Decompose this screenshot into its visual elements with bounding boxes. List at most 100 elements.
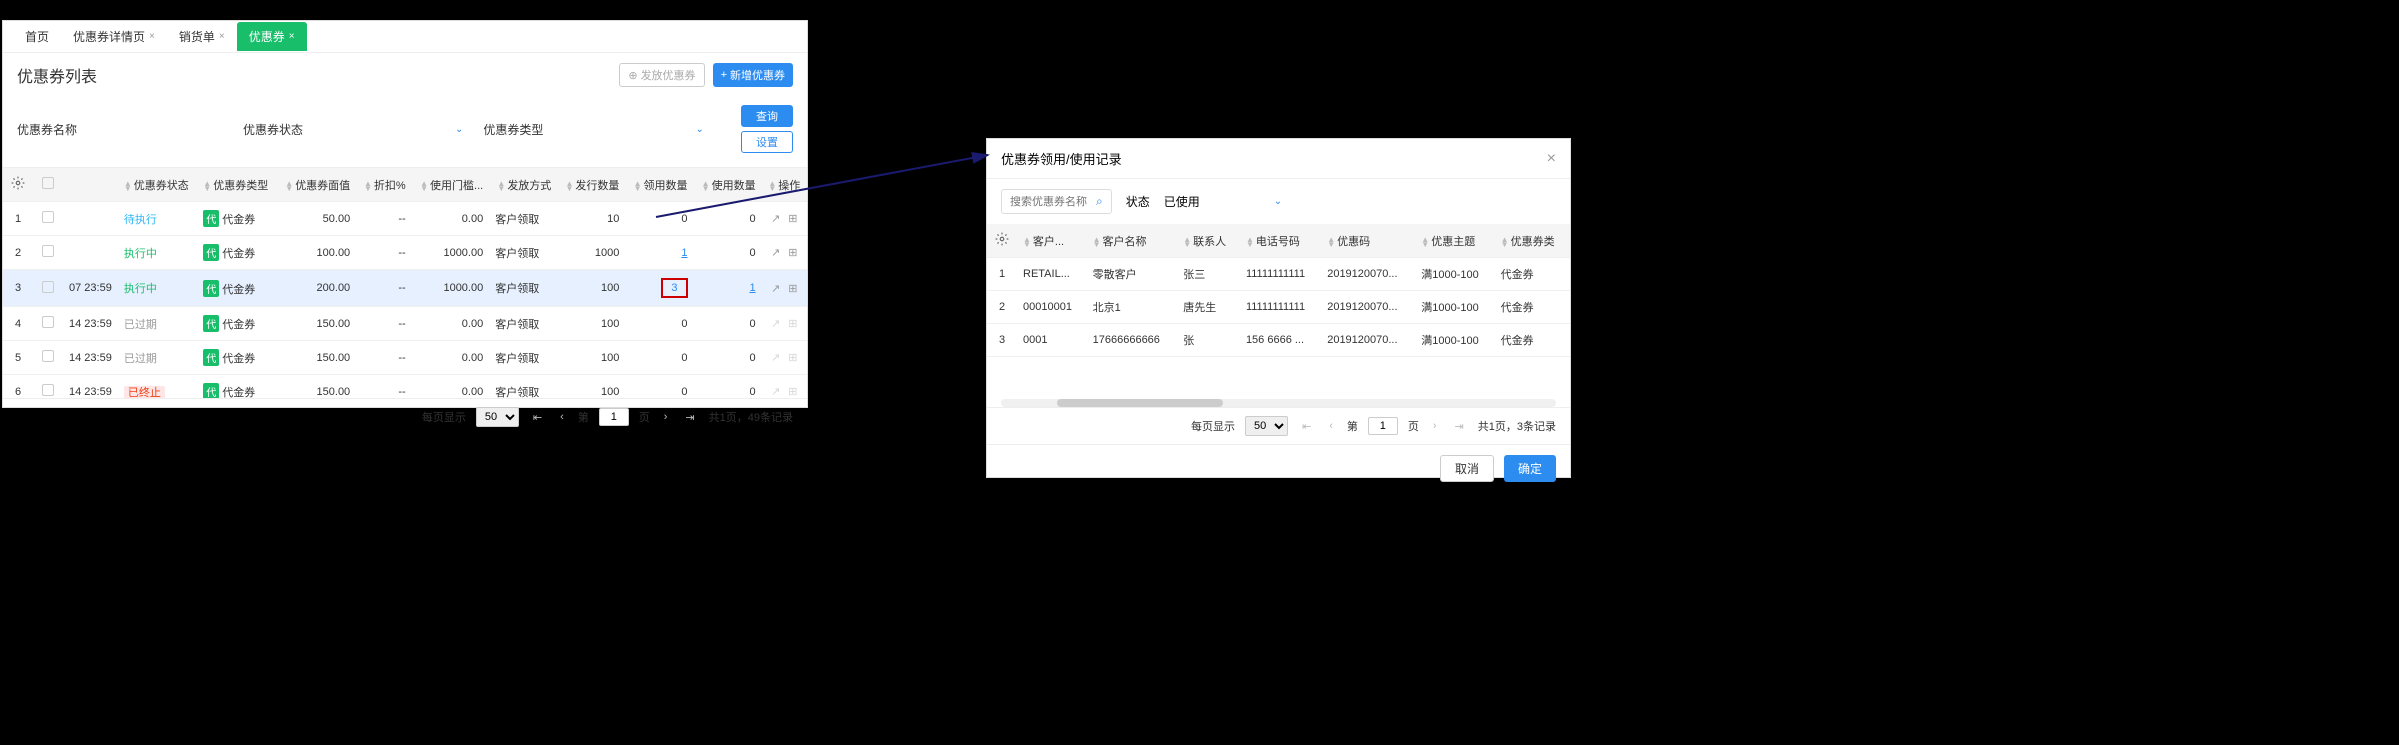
first-page-icon[interactable]: ⇤ [529,411,546,424]
settings-button[interactable]: 设置 [741,131,793,153]
prev-page-icon[interactable]: ‹ [556,411,568,423]
export-icon[interactable]: ↗ [771,246,780,259]
chevron-down-icon: ⌄ [455,124,463,135]
search-box[interactable]: ⌕ [1001,189,1112,214]
type-badge: 代 [203,244,219,261]
close-icon[interactable]: × [149,31,155,42]
col-header[interactable]: ▲▼优惠券状态 [118,168,197,202]
row-checkbox[interactable] [42,211,54,223]
tab-优惠券详情页[interactable]: 优惠券详情页× [61,22,167,51]
tabs-bar: 首页优惠券详情页×销货单×优惠券× [3,21,807,53]
table-row[interactable]: 1待执行代代金券50.00--0.00客户领取1000↗⊞ [3,202,807,236]
next-page-icon[interactable]: › [1429,420,1441,432]
query-button[interactable]: 查询 [741,105,793,127]
status-badge: 已过期 [124,353,157,365]
filter-name-input[interactable] [83,120,223,139]
col-header[interactable]: ▲▼使用数量 [694,168,762,202]
col-header[interactable]: ▲▼客户... [1017,224,1087,258]
filter-status-label: 优惠券状态 [243,121,303,138]
col-header[interactable]: ▲▼优惠券面值 [277,168,356,202]
issue-coupon-button[interactable]: ⊕ 发放优惠券 [619,63,704,87]
modal-page-input[interactable] [1368,417,1398,435]
close-icon[interactable]: × [289,31,295,42]
type-badge: 代 [203,383,219,398]
qr-icon[interactable]: ⊞ [788,282,797,295]
status-badge: 执行中 [124,248,157,260]
search-icon[interactable]: ⌕ [1096,194,1103,209]
export-icon[interactable]: ↗ [771,351,780,364]
row-checkbox[interactable] [42,245,54,257]
export-icon[interactable]: ↗ [771,212,780,225]
type-badge: 代 [203,315,219,332]
filter-status-select[interactable] [309,127,449,131]
qr-icon[interactable]: ⊞ [788,317,797,330]
search-input[interactable] [1010,196,1090,208]
per-page-select[interactable]: 50 [476,407,519,427]
last-page-icon[interactable]: ⇥ [681,411,698,424]
status-badge: 执行中 [124,283,157,295]
row-checkbox[interactable] [42,316,54,328]
filter-type-label: 优惠券类型 [483,121,543,138]
chevron-down-icon: ⌄ [1274,196,1282,207]
table-row[interactable]: 200010001北京1唐先生111111111112019120070...满… [987,291,1570,324]
last-page-icon[interactable]: ⇥ [1451,420,1468,433]
col-header[interactable]: ▲▼发放方式 [489,168,557,202]
coupon-list-panel: 首页优惠券详情页×销货单×优惠券× 优惠券列表 ⊕ 发放优惠券 + 新增优惠券 … [2,20,808,408]
filter-name-label: 优惠券名称 [17,121,77,138]
first-page-icon[interactable]: ⇤ [1298,420,1315,433]
add-coupon-button[interactable]: + 新增优惠券 [713,63,793,87]
col-header[interactable]: ▲▼优惠券类 [1495,224,1570,258]
tab-优惠券[interactable]: 优惠券× [237,22,307,51]
modal-pagination: 每页显示 50 ⇤ ‹ 第 页 › ⇥ 共1页，3条记录 [987,407,1570,444]
use-count-link[interactable]: 1 [749,282,755,294]
prev-page-icon[interactable]: ‹ [1325,420,1337,432]
horizontal-scrollbar[interactable] [1001,399,1556,407]
cancel-button[interactable]: 取消 [1440,455,1494,482]
table-row[interactable]: 514 23:59已过期代代金券150.00--0.00客户领取10000↗⊞ [3,341,807,375]
col-header[interactable]: ▲▼优惠主题 [1415,224,1494,258]
col-header[interactable]: ▲▼发行数量 [557,168,625,202]
page-input[interactable] [599,408,629,426]
modal-status-value[interactable]: 已使用 [1164,193,1200,210]
row-checkbox[interactable] [42,384,54,396]
col-header[interactable]: ▲▼优惠券类型 [197,168,276,202]
tab-首页[interactable]: 首页 [13,22,61,51]
col-header[interactable]: ▲▼领用数量 [625,168,693,202]
filter-type-select[interactable] [549,127,689,131]
close-icon[interactable]: × [219,31,225,42]
row-checkbox[interactable] [42,281,54,293]
export-icon[interactable]: ↗ [771,385,780,398]
table-row[interactable]: 2执行中代代金券100.00--1000.00客户领取100010↗⊞ [3,236,807,270]
export-icon[interactable]: ↗ [771,282,780,295]
status-badge: 待执行 [124,214,157,226]
qr-icon[interactable]: ⊞ [788,246,797,259]
col-header[interactable]: ▲▼电话号码 [1240,224,1321,258]
table-row[interactable]: 414 23:59已过期代代金券150.00--0.00客户领取10000↗⊞ [3,307,807,341]
col-header[interactable]: ▲▼操作 [762,168,807,202]
next-page-icon[interactable]: › [660,411,672,423]
table-row[interactable]: 3000117666666666张156 6666 ...2019120070.… [987,324,1570,357]
table-row[interactable]: 614 23:59已终止代代金券150.00--0.00客户领取10000↗⊞ [3,375,807,399]
page-title-row: 优惠券列表 ⊕ 发放优惠券 + 新增优惠券 [3,53,807,97]
col-header[interactable]: ▲▼优惠码 [1321,224,1415,258]
qr-icon[interactable]: ⊞ [788,351,797,364]
tab-销货单[interactable]: 销货单× [167,22,237,51]
close-icon[interactable]: × [1547,150,1556,168]
row-checkbox[interactable] [42,350,54,362]
table-row[interactable]: 1RETAIL...零散客户张三111111111112019120070...… [987,258,1570,291]
modal-per-page-select[interactable]: 50 [1245,416,1288,436]
take-count-link[interactable]: 1 [681,247,687,259]
col-header[interactable]: ▲▼客户名称 [1087,224,1178,258]
col-header[interactable]: ▲▼联系人 [1177,224,1240,258]
take-count-link[interactable]: 3 [661,278,687,298]
confirm-button[interactable]: 确定 [1504,455,1556,482]
select-all-checkbox[interactable] [42,177,54,189]
qr-icon[interactable]: ⊞ [788,385,797,398]
usage-record-modal: 优惠券领用/使用记录 × ⌕ 状态 已使用 ⌄ ▲▼客户...▲▼客户名称▲▼联… [986,138,1571,478]
col-header[interactable]: ▲▼使用门槛... [412,168,490,202]
table-row[interactable]: 307 23:59执行中代代金券200.00--1000.00客户领取10031… [3,270,807,307]
qr-icon[interactable]: ⊞ [788,212,797,225]
col-header[interactable]: ▲▼折扣% [356,168,411,202]
modal-title: 优惠券领用/使用记录 [1001,149,1122,168]
export-icon[interactable]: ↗ [771,317,780,330]
